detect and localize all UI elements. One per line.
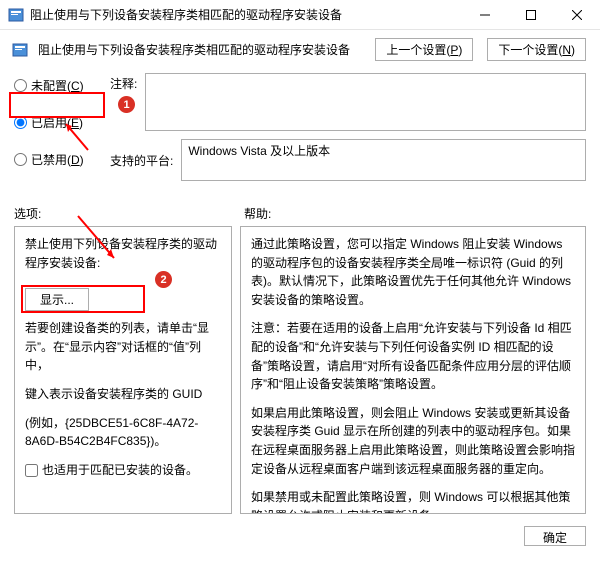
app-icon [8, 7, 24, 23]
comment-input[interactable] [145, 73, 586, 131]
help-p2: 注意：若要在适用的设备上启用“允许安装与下列设备 Id 相匹配的设备”和“允许安… [251, 319, 575, 393]
config-area: 未配置(C) 已启用(E) 已禁用(D) 注释: 支持的平台: Windows … [0, 69, 600, 181]
comment-label: 注释: [110, 73, 137, 92]
platform-row: 支持的平台: Windows Vista 及以上版本 [110, 139, 586, 181]
state-radios: 未配置(C) 已启用(E) 已禁用(D) [14, 73, 110, 181]
help-p4: 如果禁用或未配置此策略设置，则 Windows 可以根据其他策略设置允许或阻止安… [251, 488, 575, 514]
dialog-footer: 确定 [0, 522, 600, 556]
header-row: 阻止使用与下列设备安装程序类相匹配的驱动程序安装设备 上一个设置(P) 下一个设… [0, 30, 600, 69]
options-panel: 禁止使用下列设备安装程序类的驱动程序安装设备: 显示... 若要创建设备类的列表… [14, 226, 232, 514]
also-apply-label: 也适用于匹配已安装的设备。 [42, 461, 198, 480]
help-panel: 通过此策略设置，您可以指定 Windows 阻止安装 Windows 的驱动程序… [240, 226, 586, 514]
radio-disabled[interactable]: 已禁用(D) [14, 151, 110, 168]
options-text-1: 若要创建设备类的列表，请单击“显示”。在“显示内容”对话框的“值”列中， [25, 319, 221, 375]
options-label: 选项: [14, 205, 232, 222]
window-title: 阻止使用与下列设备安装程序类相匹配的驱动程序安装设备 [30, 6, 462, 23]
policy-title: 阻止使用与下列设备安装程序类相匹配的驱动程序安装设备 [38, 41, 361, 58]
help-label: 帮助: [244, 205, 271, 222]
comment-column: 注释: 支持的平台: Windows Vista 及以上版本 [110, 73, 586, 181]
radio-enabled-input[interactable] [14, 116, 27, 129]
next-setting-button[interactable]: 下一个设置(N) [487, 38, 586, 61]
section-labels: 选项: 帮助: [0, 191, 600, 226]
prev-setting-button[interactable]: 上一个设置(P) [375, 38, 473, 61]
platform-value: Windows Vista 及以上版本 [181, 139, 586, 181]
panels: 禁止使用下列设备安装程序类的驱动程序安装设备: 显示... 若要创建设备类的列表… [0, 226, 600, 522]
radio-not-configured-label: 未配置(C) [31, 77, 84, 94]
radio-disabled-input[interactable] [14, 153, 27, 166]
maximize-button[interactable] [508, 0, 554, 29]
title-bar: 阻止使用与下列设备安装程序类相匹配的驱动程序安装设备 [0, 0, 600, 30]
help-p1: 通过此策略设置，您可以指定 Windows 阻止安装 Windows 的驱动程序… [251, 235, 575, 309]
options-text-3: (例如，{25DBCE51-6C8F-4A72-8A6D-B54C2B4FC83… [25, 414, 221, 451]
window-controls [462, 0, 600, 29]
radio-not-configured[interactable]: 未配置(C) [14, 77, 110, 94]
minimize-button[interactable] [462, 0, 508, 29]
radio-enabled[interactable]: 已启用(E) [14, 114, 110, 131]
radio-disabled-label: 已禁用(D) [31, 151, 84, 168]
also-apply-checkbox[interactable] [25, 464, 38, 477]
options-heading: 禁止使用下列设备安装程序类的驱动程序安装设备: [25, 235, 221, 272]
radio-enabled-label: 已启用(E) [31, 114, 83, 131]
options-text-2: 键入表示设备安装程序类的 GUID [25, 385, 221, 404]
comment-row: 注释: [110, 73, 586, 131]
policy-icon [12, 42, 28, 58]
platform-label: 支持的平台: [110, 152, 173, 169]
show-button[interactable]: 显示... [25, 288, 89, 311]
close-button[interactable] [554, 0, 600, 29]
ok-button[interactable]: 确定 [524, 526, 586, 546]
help-p3: 如果启用此策略设置，则会阻止 Windows 安装或更新其设备安装程序类 Gui… [251, 404, 575, 478]
also-apply-checkbox-row[interactable]: 也适用于匹配已安装的设备。 [25, 461, 221, 480]
radio-not-configured-input[interactable] [14, 79, 27, 92]
